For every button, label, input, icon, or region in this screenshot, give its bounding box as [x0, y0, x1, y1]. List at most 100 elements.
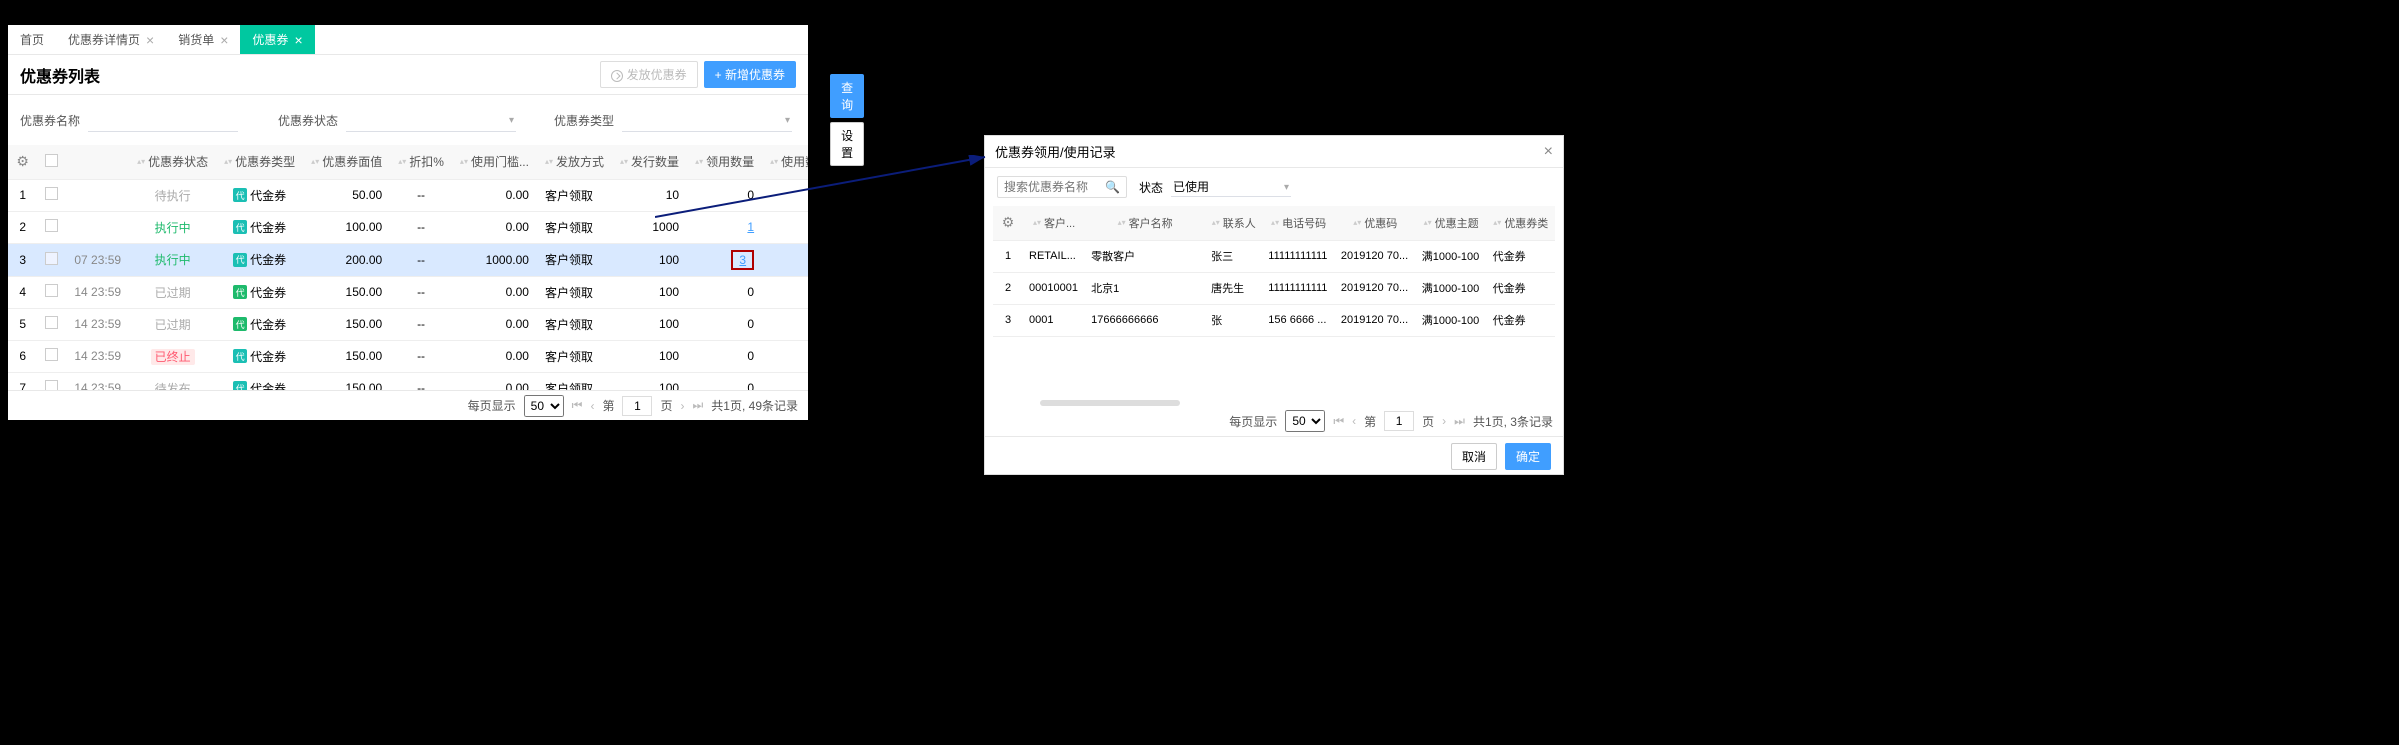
cell-cust-no: 00010001	[1023, 272, 1085, 304]
claimed-link[interactable]: 1	[747, 220, 754, 234]
cell-mode: 客户领取	[537, 340, 612, 372]
row-checkbox-cell[interactable]	[37, 372, 66, 390]
per-page-select[interactable]: 50	[524, 395, 564, 417]
table-row[interactable]: 6 14 23:59 已终止 代代金券 150.00 -- 0.00 客户领取 …	[8, 340, 808, 372]
cell-face: 100.00	[303, 211, 390, 243]
table-row[interactable]: 5 14 23:59 已过期 代代金券 150.00 -- 0.00 客户领取 …	[8, 308, 808, 340]
row-index: 2	[8, 211, 37, 243]
voucher-icon: 代	[233, 349, 247, 363]
search-box[interactable]: 🔍	[997, 176, 1127, 198]
claimed-link-highlighted[interactable]: 3	[731, 250, 754, 270]
col-label: 发行数量	[631, 153, 679, 170]
next-page-button[interactable]: ›	[1442, 414, 1446, 428]
status-select[interactable]	[1171, 178, 1291, 197]
cell-claimed: 0	[687, 276, 762, 308]
close-icon[interactable]: ×	[220, 32, 228, 48]
row-checkbox-cell[interactable]	[37, 276, 66, 308]
col-issue-qty[interactable]: ▴▾发行数量	[612, 145, 687, 179]
issue-coupon-button[interactable]: 发放优惠券	[600, 61, 698, 88]
col-cust-no[interactable]: ▴▾客户...	[1023, 206, 1085, 240]
last-page-button[interactable]: ⏭	[1454, 414, 1465, 429]
checkbox[interactable]	[45, 380, 58, 390]
col-claimed-qty[interactable]: ▴▾领用数量	[687, 145, 762, 179]
tab-home[interactable]: 首页	[8, 25, 56, 54]
close-icon[interactable]: ×	[146, 32, 154, 48]
sort-icon: ▴▾	[620, 159, 628, 164]
col-used-qty[interactable]: ▴▾使用数量	[762, 145, 808, 179]
col-label: 折扣%	[409, 153, 444, 170]
checkbox[interactable]	[45, 252, 58, 265]
status-label: 状态	[1139, 179, 1163, 196]
first-page-button[interactable]: ⏮	[1333, 414, 1344, 429]
checkbox[interactable]	[45, 316, 58, 329]
prev-page-button[interactable]: ‹	[590, 399, 594, 413]
col-settings[interactable]: ⚙	[993, 206, 1023, 240]
tab-sales[interactable]: 销货单×	[166, 25, 240, 54]
col-threshold[interactable]: ▴▾使用门槛...	[452, 145, 537, 179]
table-row[interactable]: 2 00010001 北京1 唐先生 11111111111 2019120 7…	[993, 272, 1555, 304]
last-page-button[interactable]: ⏭	[692, 398, 703, 413]
checkbox[interactable]	[45, 219, 58, 232]
page-unit: 页	[1422, 413, 1434, 430]
add-coupon-button[interactable]: + 新增优惠券	[704, 61, 796, 88]
col-contact[interactable]: ▴▾联系人	[1205, 206, 1262, 240]
col-code[interactable]: ▴▾优惠码	[1335, 206, 1416, 240]
settings-button[interactable]: 设置	[830, 122, 864, 166]
coupon-status-select[interactable]	[346, 109, 516, 132]
table-row[interactable]: 1 待执行 代代金券 50.00 -- 0.00 客户领取 10 0 0	[8, 179, 808, 211]
table-row[interactable]: 1 RETAIL... 零散客户 张三 11111111111 2019120 …	[993, 240, 1555, 272]
checkbox[interactable]	[45, 187, 58, 200]
col-checkbox[interactable]	[37, 145, 66, 179]
col-type[interactable]: ▴▾优惠券类	[1487, 206, 1555, 240]
per-page-select[interactable]: 50	[1285, 410, 1325, 432]
table-row[interactable]: 7 14 23:59 待发布 代代金券 150.00 -- 0.00 客户领取 …	[8, 372, 808, 390]
cell-threshold: 0.00	[452, 340, 537, 372]
table-row[interactable]: 2 执行中 代代金券 100.00 -- 0.00 客户领取 1000 1 0	[8, 211, 808, 243]
coupon-name-input[interactable]	[88, 109, 238, 132]
table-row[interactable]: 4 14 23:59 已过期 代代金券 150.00 -- 0.00 客户领取 …	[8, 276, 808, 308]
col-label: 联系人	[1223, 215, 1256, 231]
search-button[interactable]: 查询	[830, 74, 864, 118]
table-row[interactable]: 3 0001 17666666666 张 156 6666 ... 201912…	[993, 304, 1555, 336]
sort-icon: ▴▾	[1424, 220, 1432, 225]
page-input[interactable]	[1384, 411, 1414, 431]
row-checkbox-cell[interactable]	[37, 211, 66, 243]
coupon-type-select[interactable]	[622, 109, 792, 132]
next-page-button[interactable]: ›	[680, 399, 684, 413]
page-input[interactable]	[622, 396, 652, 416]
col-phone[interactable]: ▴▾电话号码	[1262, 206, 1335, 240]
first-page-button[interactable]: ⏮	[572, 398, 583, 413]
main-table-wrap[interactable]: ⚙ ▴▾优惠券状态 ▴▾优惠券类型 ▴▾优惠券面值 ▴▾折扣% ▴▾使用门槛..…	[8, 145, 808, 390]
checkbox-all[interactable]	[45, 154, 58, 167]
prev-page-button[interactable]: ‹	[1352, 414, 1356, 428]
col-status[interactable]: ▴▾优惠券状态	[129, 145, 216, 179]
search-input[interactable]	[1004, 180, 1105, 194]
tab-coupon[interactable]: 优惠券×	[240, 25, 314, 54]
col-subject[interactable]: ▴▾优惠主题	[1416, 206, 1487, 240]
row-checkbox-cell[interactable]	[37, 308, 66, 340]
checkbox[interactable]	[45, 348, 58, 361]
confirm-button[interactable]: 确定	[1505, 443, 1551, 470]
close-icon[interactable]: ×	[294, 32, 302, 48]
modal-table-wrap[interactable]: ⚙ ▴▾客户... ▴▾客户名称 ▴▾联系人 ▴▾电话号码 ▴▾优惠码 ▴▾优惠…	[985, 206, 1563, 406]
row-checkbox-cell[interactable]	[37, 179, 66, 211]
table-row[interactable]: 3 07 23:59 执行中 代代金券 200.00 -- 1000.00 客户…	[8, 243, 808, 276]
sort-icon: ▴▾	[224, 159, 232, 164]
gear-icon: ⚙	[1002, 214, 1015, 230]
col-cust-name[interactable]: ▴▾客户名称	[1085, 206, 1205, 240]
col-issue-mode[interactable]: ▴▾发放方式	[537, 145, 612, 179]
col-type[interactable]: ▴▾优惠券类型	[216, 145, 303, 179]
cancel-button[interactable]: 取消	[1451, 443, 1497, 470]
col-face[interactable]: ▴▾优惠券面值	[303, 145, 390, 179]
checkbox[interactable]	[45, 284, 58, 297]
close-icon[interactable]: ×	[1544, 143, 1553, 161]
row-checkbox-cell[interactable]	[37, 243, 66, 276]
row-checkbox-cell[interactable]	[37, 340, 66, 372]
horizontal-scrollbar[interactable]	[1040, 400, 1180, 406]
tab-detail[interactable]: 优惠券详情页×	[56, 25, 166, 54]
cell-subject: 满1000-100	[1416, 304, 1487, 336]
cell-ts	[66, 211, 129, 243]
col-discount[interactable]: ▴▾折扣%	[390, 145, 452, 179]
cell-phone: 156 6666 ...	[1262, 304, 1335, 336]
col-settings[interactable]: ⚙	[8, 145, 37, 179]
